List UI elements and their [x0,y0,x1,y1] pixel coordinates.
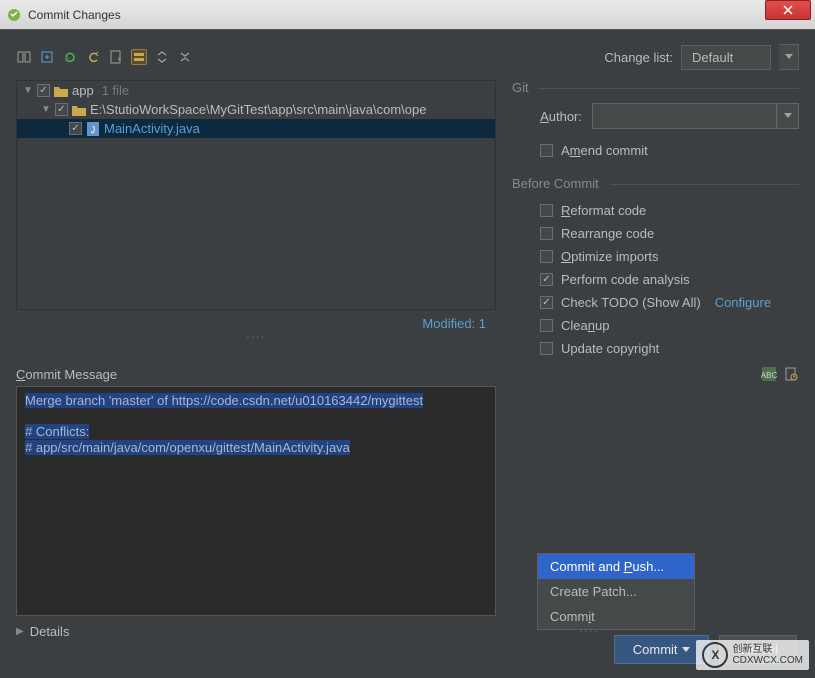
window-title: Commit Changes [28,8,809,22]
spellcheck-icon[interactable]: ABC [761,366,777,382]
refresh-icon[interactable] [62,49,78,65]
rearrange-label: Rearrange code [561,226,654,241]
optimize-label: Optimize imports [561,249,659,264]
group-by-icon[interactable] [131,49,147,65]
svg-text:J: J [91,125,96,135]
tree-root-label: app [72,83,94,98]
reformat-checkbox[interactable] [540,204,553,217]
tree-root-row[interactable]: ▼ app 1 file [17,81,495,100]
git-section: Git Author: Amend commit Before Commit R… [512,80,799,360]
checkbox[interactable] [37,84,50,97]
git-section-title: Git [512,80,799,95]
cleanup-checkbox[interactable] [540,319,553,332]
app-icon [6,7,22,23]
author-input[interactable] [592,103,777,129]
svg-text:ABC: ABC [761,371,777,380]
todo-label: Check TODO (Show All) [561,295,701,310]
history-icon[interactable] [783,366,799,382]
changelist-value[interactable]: Default [681,45,771,70]
menu-commit[interactable]: Commit [538,604,694,629]
msg-line2: # Conflicts: [25,424,89,439]
author-label: Author: [512,109,592,124]
folder-icon [54,84,68,98]
toolbar-row: Change list: Default [16,44,799,70]
commit-dropdown-menu: Commit and Push... Create Patch... Commi… [537,553,695,630]
msg-line3: # app/src/main/java/com/openxu/gittest/M… [25,440,350,455]
analysis-checkbox[interactable] [540,273,553,286]
watermark-logo: X [702,642,728,668]
author-dropdown[interactable] [777,103,799,129]
copyright-checkbox[interactable] [540,342,553,355]
changelist-label: Change list: [604,50,673,65]
expand-arrow-icon[interactable]: ▼ [41,104,51,115]
copyright-label: Update copyright [561,341,659,356]
revert-icon[interactable] [85,49,101,65]
expand-all-icon[interactable] [154,49,170,65]
commit-message-input[interactable]: Merge branch 'master' of https://code.cs… [16,386,496,616]
menu-commit-push[interactable]: Commit and Push... [538,554,694,579]
analysis-label: Perform code analysis [561,272,690,287]
move-icon[interactable] [39,49,55,65]
msg-line1: Merge branch 'master' of https://code.cs… [25,393,423,408]
new-changelist-icon[interactable] [108,49,124,65]
titlebar: Commit Changes [0,0,815,30]
changelist-selector: Change list: Default [604,44,799,70]
watermark: X 创新互联 CDXWCX.COM [696,640,809,670]
chevron-right-icon: ▶ [16,626,24,637]
commit-message-header: Commit Message ABC [16,366,799,382]
tree-path-label: E:\StutioWorkSpace\MyGitTest\app\src\mai… [90,102,426,117]
before-commit-title: Before Commit [512,176,799,191]
tree-path-row[interactable]: ▼ E:\StutioWorkSpace\MyGitTest\app\src\m… [17,100,495,119]
changelist-dropdown[interactable] [779,44,799,70]
cleanup-label: Cleanup [561,318,609,333]
checkbox[interactable] [55,103,68,116]
commit-button[interactable]: Commit [614,635,709,664]
todo-checkbox[interactable] [540,296,553,309]
tree-file-row[interactable]: J MainActivity.java [17,119,495,138]
close-button[interactable] [765,0,811,20]
collapse-all-icon[interactable] [177,49,193,65]
menu-create-patch[interactable]: Create Patch... [538,579,694,604]
toolbar [16,49,193,65]
checkbox[interactable] [69,122,82,135]
watermark-text: 创新互联 CDXWCX.COM [732,644,803,666]
java-file-icon: J [86,122,100,136]
details-label: Details [30,624,70,639]
modified-count: Modified: 1 [16,310,496,333]
splitter-grip[interactable]: •••• [16,333,496,342]
tree-root-count: 1 file [102,83,129,98]
optimize-checkbox[interactable] [540,250,553,263]
configure-link[interactable]: Configure [715,295,771,310]
expand-arrow-icon[interactable]: ▼ [23,85,33,96]
folder-icon [72,103,86,117]
rearrange-checkbox[interactable] [540,227,553,240]
changes-tree: ▼ app 1 file ▼ E:\StutioWorkSpace\MyGitT… [16,80,496,310]
tree-file-label: MainActivity.java [104,121,200,136]
commit-message-label: Commit Message [16,367,117,382]
amend-label: Amend commit [561,143,648,158]
reformat-label: Reformat code [561,203,646,218]
show-diff-icon[interactable] [16,49,32,65]
amend-checkbox[interactable] [540,144,553,157]
